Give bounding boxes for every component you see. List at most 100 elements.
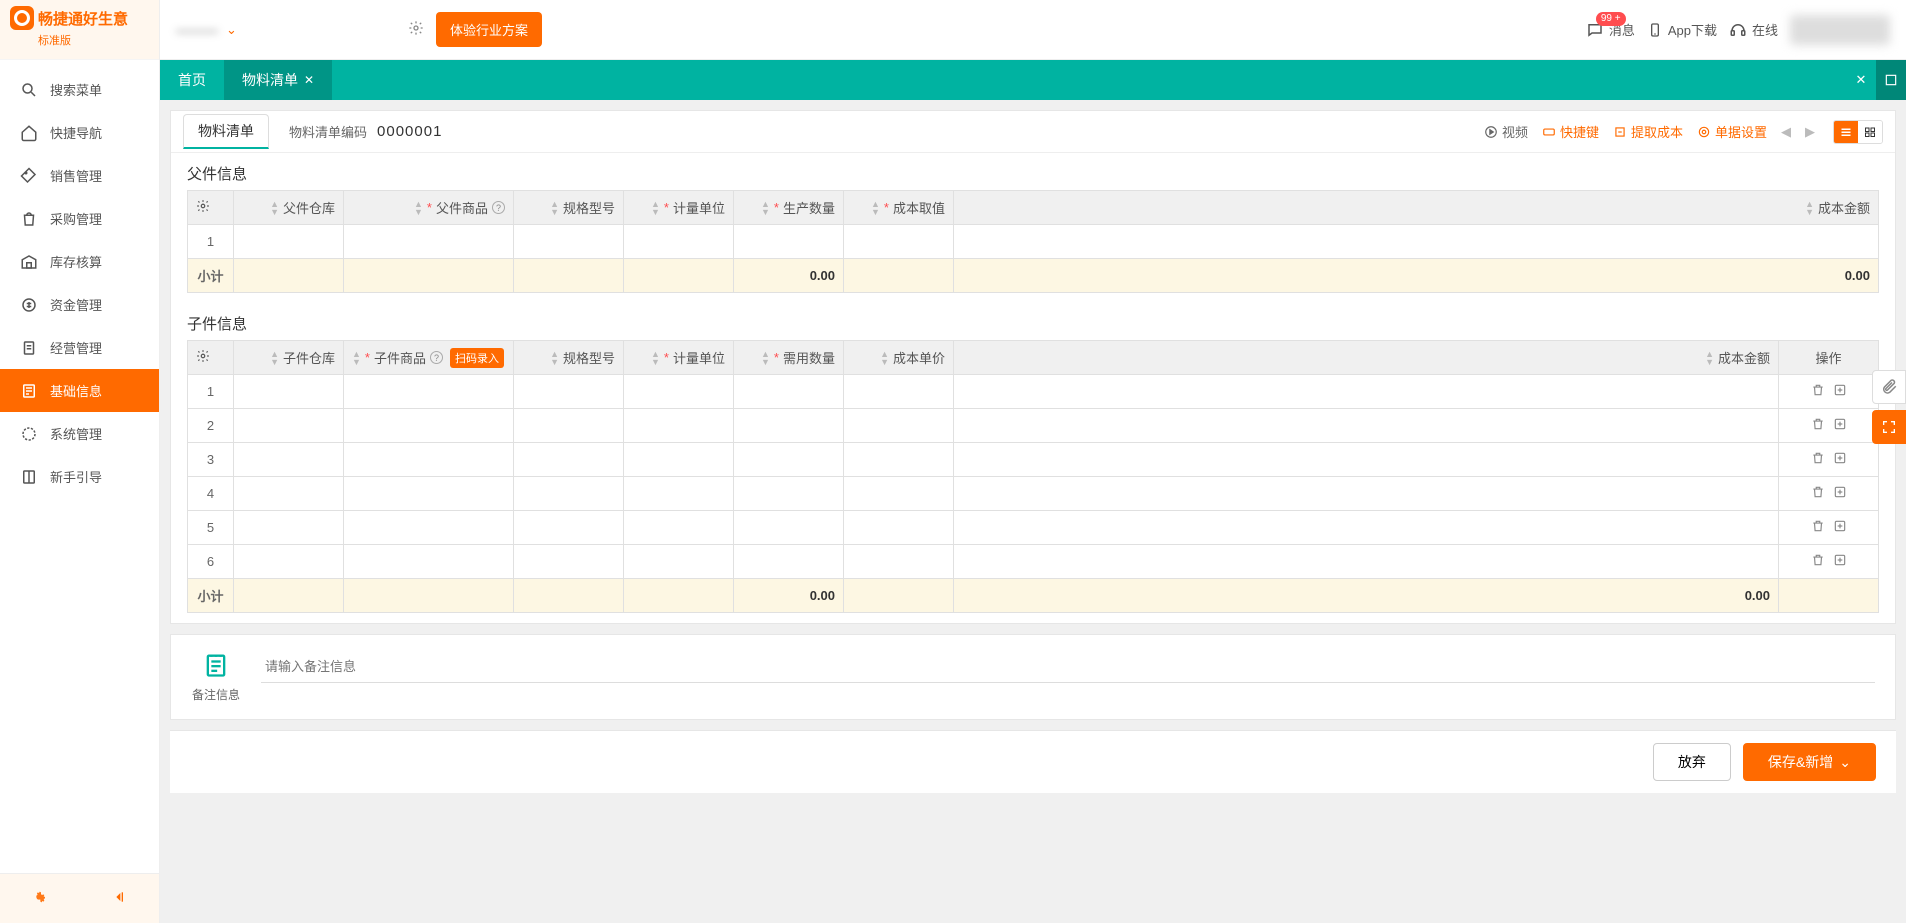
discard-button[interactable]: 放弃 [1653,743,1731,781]
sidebar-item-search[interactable]: 搜索菜单 [0,68,159,111]
cell-unit[interactable] [624,443,734,477]
child-col-cost-price[interactable]: ▲▼成本单价 [844,341,954,375]
help-icon[interactable]: ? [430,351,443,364]
cell-unit[interactable] [624,545,734,579]
tab-home[interactable]: 首页 [160,60,224,100]
delete-row-icon[interactable] [1811,451,1825,465]
delete-row-icon[interactable] [1811,485,1825,499]
cell-cost-amount[interactable] [954,511,1779,545]
doc-settings-link[interactable]: 单据设置 [1697,122,1767,141]
help-icon[interactable]: ? [492,201,505,214]
cell-cost-amount[interactable] [954,409,1779,443]
scan-entry-badge[interactable]: 扫码录入 [450,348,504,368]
promo-button[interactable]: 体验行业方案 [436,12,542,47]
cell-qty[interactable] [734,225,844,259]
cell-cost-price[interactable] [844,443,954,477]
sidebar-item-operation[interactable]: 经营管理 [0,326,159,369]
cell-warehouse[interactable] [234,545,344,579]
child-col-warehouse[interactable]: ▲▼子件仓库 [234,341,344,375]
delete-row-icon[interactable] [1811,519,1825,533]
cell-warehouse[interactable] [234,225,344,259]
cell-cost-amount[interactable] [954,477,1779,511]
cell-spec[interactable] [514,443,624,477]
cell-cost-amount[interactable] [954,375,1779,409]
sidebar-item-basic[interactable]: 基础信息 [0,369,159,412]
cell-spec[interactable] [514,477,624,511]
cell-qty[interactable] [734,375,844,409]
add-row-icon[interactable] [1833,451,1847,465]
org-settings-icon[interactable] [408,20,424,39]
sidebar-item-purchase[interactable]: 采购管理 [0,197,159,240]
cell-cost-price[interactable] [844,409,954,443]
parent-col-qty[interactable]: ▲▼*生产数量 [734,191,844,225]
cell-cost-method[interactable] [844,225,954,259]
sidebar-item-guide[interactable]: 新手引导 [0,455,159,498]
cell-product[interactable] [344,477,514,511]
tab-close-all-icon[interactable]: ✕ [1846,60,1876,100]
tab-expand-icon[interactable] [1876,60,1906,100]
child-col-unit[interactable]: ▲▼*计量单位 [624,341,734,375]
fullscreen-icon[interactable] [1872,410,1906,444]
cell-unit[interactable] [624,409,734,443]
add-row-icon[interactable] [1833,383,1847,397]
child-col-cost-amount[interactable]: ▲▼成本金额 [954,341,1779,375]
prev-doc-icon[interactable]: ◀ [1781,124,1791,140]
shortcut-link[interactable]: 快捷键 [1542,122,1599,141]
parent-col-spec[interactable]: ▲▼规格型号 [514,191,624,225]
cell-qty[interactable] [734,443,844,477]
cell-qty[interactable] [734,545,844,579]
child-row[interactable]: 6 [188,545,1879,579]
cell-warehouse[interactable] [234,477,344,511]
panel-tab[interactable]: 物料清单 [183,114,269,149]
messages-link[interactable]: 99 + 消息 [1586,20,1635,39]
cell-cost-amount[interactable] [954,443,1779,477]
delete-row-icon[interactable] [1811,383,1825,397]
child-col-qty[interactable]: ▲▼*需用数量 [734,341,844,375]
child-row[interactable]: 4 [188,477,1879,511]
cell-warehouse[interactable] [234,409,344,443]
tab-bom[interactable]: 物料清单 ✕ [224,60,332,100]
cell-spec[interactable] [514,225,624,259]
add-row-icon[interactable] [1833,485,1847,499]
cell-spec[interactable] [514,545,624,579]
parent-col-unit[interactable]: ▲▼*计量单位 [624,191,734,225]
attachment-icon[interactable] [1872,370,1906,404]
parent-col-config[interactable] [188,191,234,225]
next-doc-icon[interactable]: ▶ [1805,124,1815,140]
sidebar-item-inventory[interactable]: 库存核算 [0,240,159,283]
add-row-icon[interactable] [1833,519,1847,533]
cell-cost-price[interactable] [844,545,954,579]
child-row[interactable]: 5 [188,511,1879,545]
cell-warehouse[interactable] [234,443,344,477]
delete-row-icon[interactable] [1811,553,1825,567]
settings-gear-icon[interactable] [31,889,47,908]
cell-spec[interactable] [514,375,624,409]
child-col-spec[interactable]: ▲▼规格型号 [514,341,624,375]
extract-cost-link[interactable]: 提取成本 [1613,122,1683,141]
child-col-product[interactable]: ▲▼*子件商品?扫码录入 [344,341,514,375]
cell-qty[interactable] [734,477,844,511]
cell-product[interactable] [344,225,514,259]
org-selector[interactable]: ——— ⌄ [176,22,396,38]
view-list-icon[interactable] [1834,121,1858,143]
child-row[interactable]: 1 [188,375,1879,409]
view-card-icon[interactable] [1858,121,1882,143]
child-row[interactable]: 2 [188,409,1879,443]
cell-qty[interactable] [734,409,844,443]
cell-warehouse[interactable] [234,375,344,409]
cell-unit[interactable] [624,477,734,511]
cell-cost-price[interactable] [844,511,954,545]
parent-col-product[interactable]: ▲▼*父件商品? [344,191,514,225]
cell-unit[interactable] [624,511,734,545]
cell-qty[interactable] [734,511,844,545]
delete-row-icon[interactable] [1811,417,1825,431]
video-link[interactable]: 视频 [1484,122,1528,141]
parent-col-warehouse[interactable]: ▲▼父件仓库 [234,191,344,225]
sidebar-item-funds[interactable]: 资金管理 [0,283,159,326]
cell-unit[interactable] [624,375,734,409]
app-download-link[interactable]: App下载 [1647,20,1717,39]
cell-cost-price[interactable] [844,375,954,409]
sidebar-item-quicknav[interactable]: 快捷导航 [0,111,159,154]
cell-cost-amount[interactable] [954,545,1779,579]
cell-spec[interactable] [514,511,624,545]
